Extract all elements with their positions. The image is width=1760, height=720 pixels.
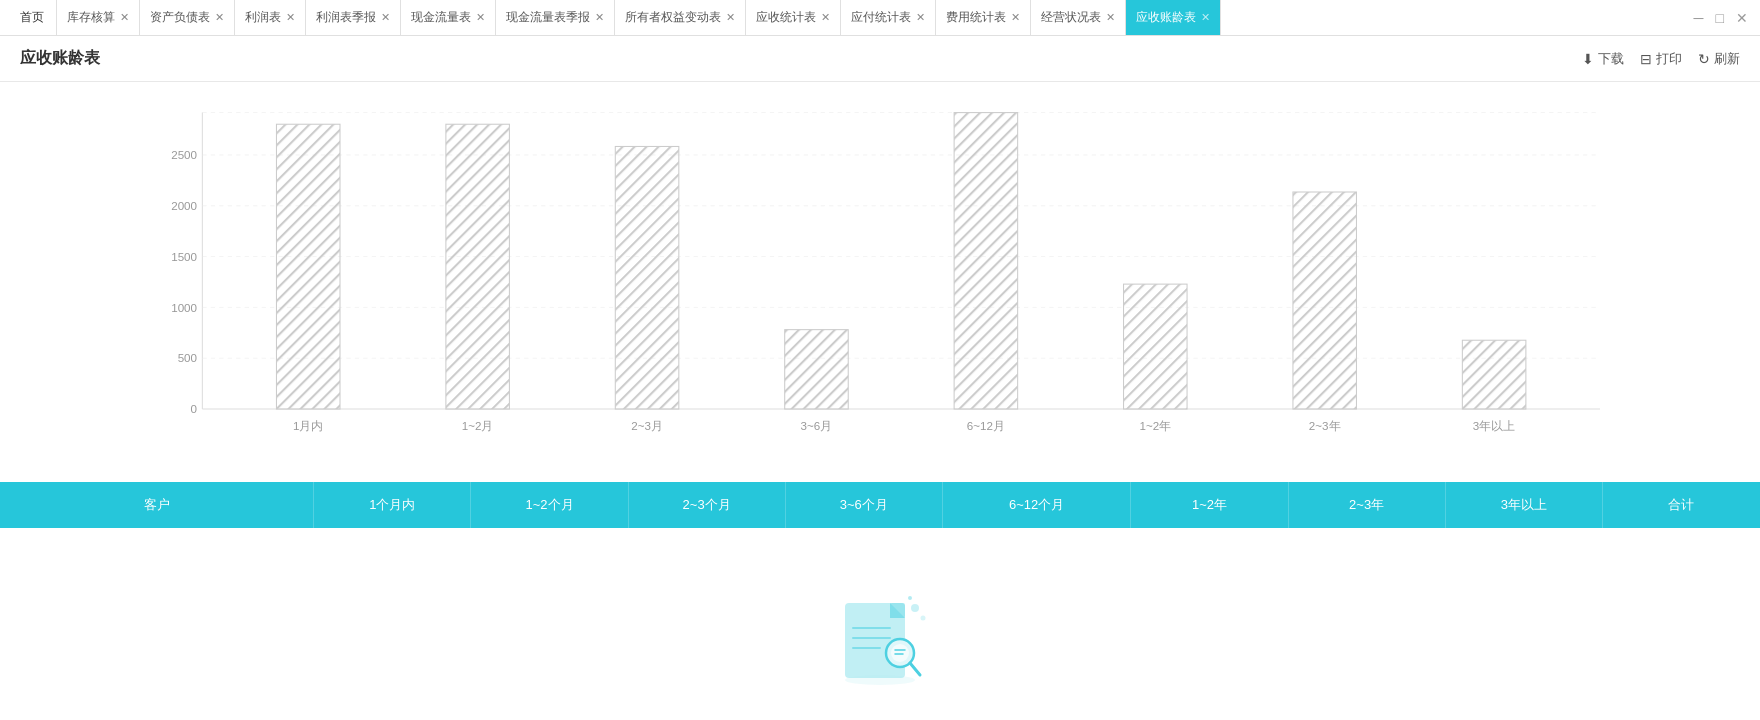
tab-receivable-stats[interactable]: 应收统计表 ✕ [746,0,841,36]
close-button[interactable]: ✕ [1732,6,1752,30]
tab-close-profit-q[interactable]: ✕ [381,11,390,24]
col-1-2year: 1~2年 [1131,482,1288,528]
maximize-button[interactable]: □ [1712,6,1728,30]
refresh-button[interactable]: ↻ 刷新 [1698,50,1740,68]
tab-close-recv-stats[interactable]: ✕ [821,11,830,24]
tab-receivable-aging[interactable]: 应收账龄表 ✕ [1126,0,1221,36]
empty-state [0,528,1760,720]
svg-line-40 [910,663,920,675]
col-6-12month: 6~12个月 [943,482,1132,528]
tab-close-cashflow[interactable]: ✕ [476,11,485,24]
svg-text:2~3年: 2~3年 [1309,419,1341,432]
svg-text:6~12月: 6~12月 [967,419,1005,432]
refresh-icon: ↻ [1698,51,1710,67]
page-title: 应收账龄表 [20,48,100,69]
empty-illustration [825,588,935,688]
svg-rect-23 [1462,340,1526,409]
tab-close-expense[interactable]: ✕ [1011,11,1020,24]
tab-balance-sheet[interactable]: 资产负债表 ✕ [140,0,235,36]
svg-text:2000: 2000 [171,199,197,212]
tab-home[interactable]: 首页 [8,0,57,36]
col-1month: 1个月内 [314,482,471,528]
svg-text:2~3月: 2~3月 [631,419,663,432]
svg-rect-18 [615,146,679,409]
tab-inventory[interactable]: 库存核算 ✕ [57,0,140,36]
table-header: 客户 1个月内 1~2个月 2~3个月 3~6个月 6~12个月 1~2年 2~… [0,482,1760,528]
chart-area: 0 500 1000 1500 2000 2500 [0,82,1760,482]
tab-equity-change[interactable]: 所有者权益变动表 ✕ [615,0,746,36]
tab-cashflow[interactable]: 现金流量表 ✕ [401,0,496,36]
col-2-3year: 2~3年 [1289,482,1446,528]
svg-point-45 [908,596,912,600]
window-actions: ─ □ ✕ [1682,6,1752,30]
tab-profit[interactable]: 利润表 ✕ [235,0,306,36]
tab-close-ops[interactable]: ✕ [1106,11,1115,24]
page-actions: ⬇ 下载 ⊟ 打印 ↻ 刷新 [1582,50,1740,68]
svg-point-43 [911,604,919,612]
tab-close-pay-stats[interactable]: ✕ [916,11,925,24]
tab-operations[interactable]: 经营状况表 ✕ [1031,0,1126,36]
svg-text:1~2年: 1~2年 [1139,419,1171,432]
page-header: 应收账龄表 ⬇ 下载 ⊟ 打印 ↻ 刷新 [0,36,1760,82]
print-icon: ⊟ [1640,51,1652,67]
svg-text:1000: 1000 [171,301,197,314]
svg-text:3年以上: 3年以上 [1473,419,1515,432]
col-customer: 客户 [0,482,314,528]
svg-point-39 [891,644,909,662]
tab-payable-stats[interactable]: 应付统计表 ✕ [841,0,936,36]
tab-close-equity[interactable]: ✕ [726,11,735,24]
main-content: 0 500 1000 1500 2000 2500 [0,82,1760,720]
download-button[interactable]: ⬇ 下载 [1582,50,1624,68]
col-2-3month: 2~3个月 [629,482,786,528]
tab-profit-quarterly[interactable]: 利润表季报 ✕ [306,0,401,36]
col-3-6month: 3~6个月 [786,482,943,528]
svg-rect-34 [890,603,905,618]
minimize-button[interactable]: ─ [1690,6,1708,30]
download-icon: ⬇ [1582,51,1594,67]
col-1-2month: 1~2个月 [471,482,628,528]
svg-rect-17 [446,124,510,409]
tab-close-profit[interactable]: ✕ [286,11,295,24]
tab-close-balance[interactable]: ✕ [215,11,224,24]
svg-point-44 [921,616,926,621]
svg-text:0: 0 [191,402,198,415]
col-3plus: 3年以上 [1446,482,1603,528]
svg-text:2500: 2500 [171,148,197,161]
tab-bar: 首页 库存核算 ✕ 资产负债表 ✕ 利润表 ✕ 利润表季报 ✕ 现金流量表 ✕ … [0,0,1760,36]
svg-rect-22 [1293,192,1357,409]
svg-rect-16 [276,124,340,409]
bar-chart: 0 500 1000 1500 2000 2500 [30,102,1730,462]
svg-rect-20 [954,113,1018,409]
col-total: 合计 [1603,482,1760,528]
svg-rect-21 [1124,284,1188,409]
tab-expense-stats[interactable]: 费用统计表 ✕ [936,0,1031,36]
tab-close-aging[interactable]: ✕ [1201,11,1210,24]
svg-text:3~6月: 3~6月 [801,419,833,432]
print-button[interactable]: ⊟ 打印 [1640,50,1682,68]
tab-close-inventory[interactable]: ✕ [120,11,129,24]
svg-text:1~2月: 1~2月 [462,419,494,432]
tab-cashflow-quarterly[interactable]: 现金流量表季报 ✕ [496,0,615,36]
svg-text:1月内: 1月内 [293,419,323,432]
svg-text:1500: 1500 [171,250,197,263]
svg-rect-19 [785,330,849,409]
svg-text:500: 500 [178,351,198,364]
tab-close-cashflow-q[interactable]: ✕ [595,11,604,24]
